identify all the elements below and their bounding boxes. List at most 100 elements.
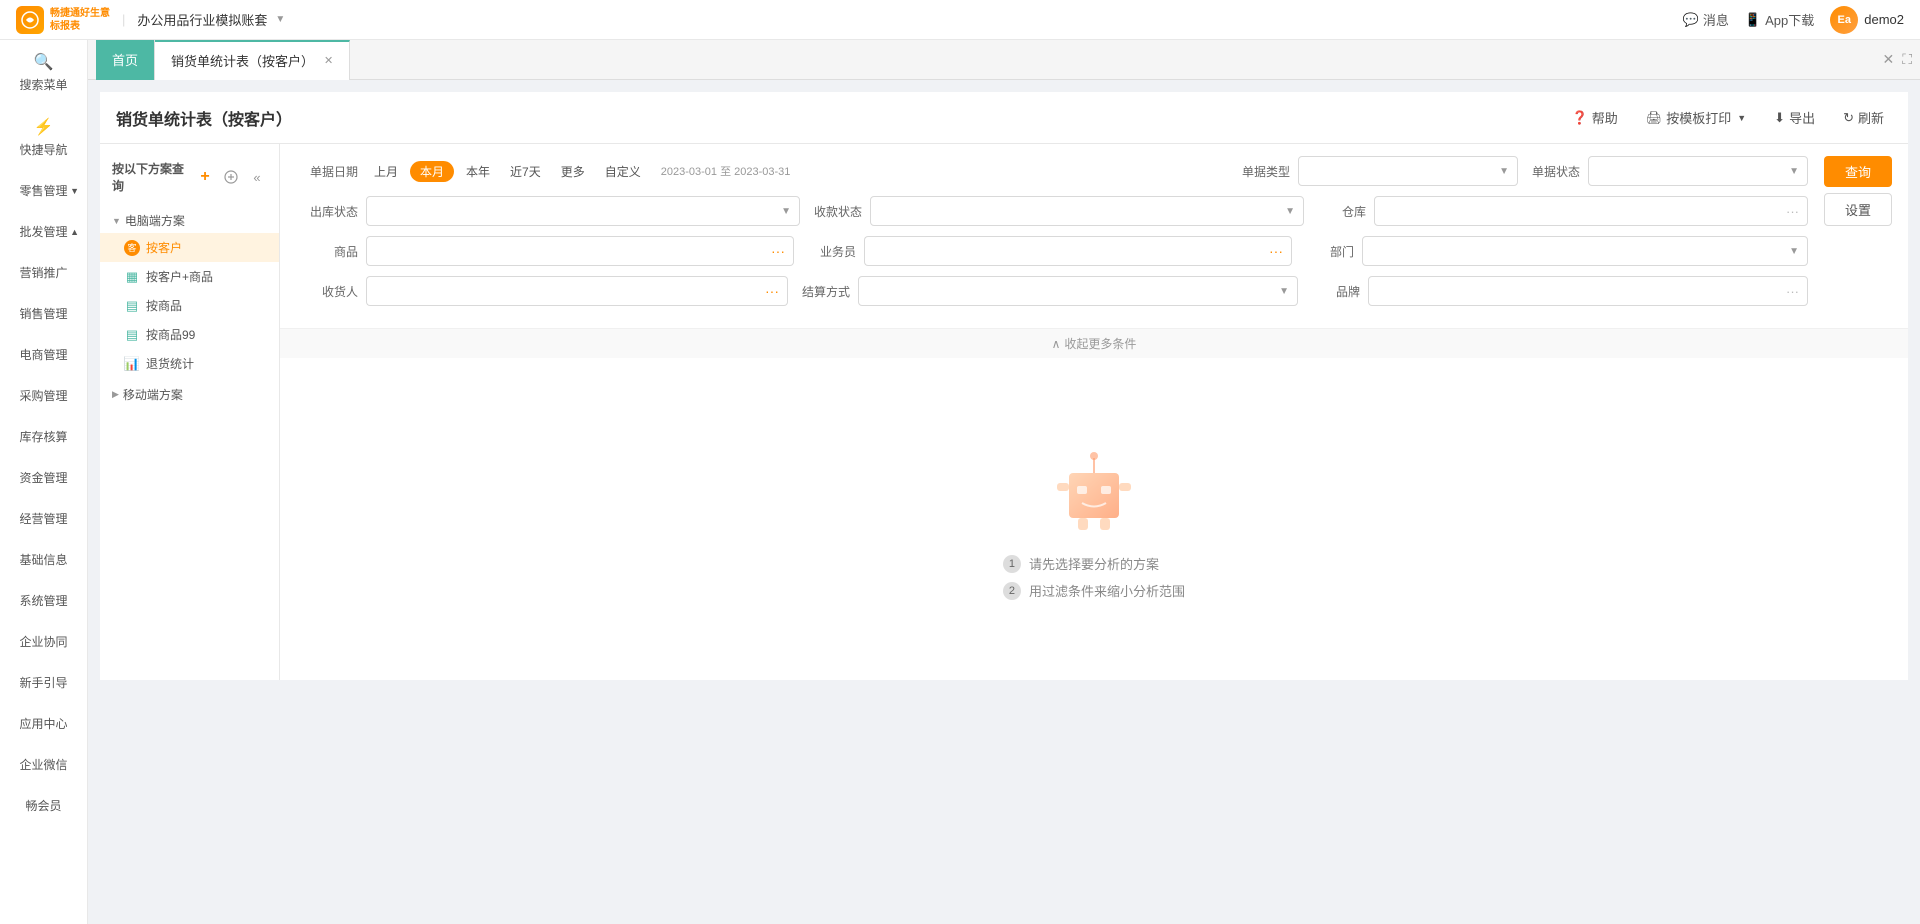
sidebar-item-retail[interactable]: 零售管理 ▼	[0, 170, 87, 211]
date-btn-7days[interactable]: 近7天	[502, 161, 549, 182]
inner-layout: 按以下方案查询 + «	[100, 144, 1908, 680]
top-bar: 畅捷通好生意 标报表 | 办公用品行业模拟账套 ▼ 💬 消息 📱 App下载 E…	[0, 0, 1920, 40]
sidebar-item-newguide[interactable]: 新手引导	[0, 662, 87, 703]
close-tab-icon[interactable]: ✕	[324, 54, 333, 67]
left-panel-header: 按以下方案查询 + «	[100, 152, 279, 202]
tab-sales-stats[interactable]: 销货单统计表（按客户） ✕	[155, 40, 350, 80]
date-btn-custom[interactable]: 自定义	[597, 161, 649, 182]
app-download-button[interactable]: 📱 App下载	[1745, 10, 1814, 29]
sidebar-item-basic[interactable]: 基础信息	[0, 539, 87, 580]
right-panel: 单据日期 上月 本月 本年 近7天 更多 自定义 2023-03-01 至 20…	[280, 144, 1908, 680]
sidebar-item-enterprise[interactable]: 企业协同	[0, 621, 87, 662]
collapse-text: 收起更多条件	[1064, 335, 1136, 352]
tree-item-goods99-label: 按商品99	[146, 326, 195, 343]
tree-group-mobile-label: 移动端方案	[123, 386, 183, 403]
table-icon-1: ▤	[124, 298, 140, 314]
sidebar-item-ecommerce[interactable]: 电商管理	[0, 334, 87, 375]
date-btn-this-month[interactable]: 本月	[410, 161, 454, 182]
sales-select[interactable]	[864, 236, 1261, 266]
dept-arrow: ▼	[1789, 246, 1799, 257]
main-layout: 🔍 搜索菜单 ⚡ 快捷导航 零售管理 ▼ 批发管理 ▲ 营销推广 销售管理 电商…	[0, 40, 1920, 924]
chart-icon-2: 📊	[124, 356, 140, 372]
query-button[interactable]: 查询	[1824, 156, 1892, 187]
dept-select[interactable]: ▼	[1362, 236, 1808, 266]
user-area[interactable]: Ea demo2	[1830, 6, 1904, 34]
goods-input-group: ···	[366, 236, 794, 266]
sales-stats-tab-label: 销货单统计表（按客户）	[171, 51, 314, 70]
settlement-select[interactable]: ▼	[858, 276, 1298, 306]
sidebar-item-marketing[interactable]: 营销推广	[0, 252, 87, 293]
sidebar-item-operation[interactable]: 经营管理	[0, 498, 87, 539]
tree-group-desktop-header[interactable]: ▼ 电脑端方案	[100, 208, 279, 233]
tab-home[interactable]: 首页	[96, 40, 155, 80]
help-button[interactable]: ❓ 帮助	[1564, 104, 1626, 131]
sidebar-item-wholesale[interactable]: 批发管理 ▲	[0, 211, 87, 252]
tree-group-mobile-header[interactable]: ▶ 移动端方案	[100, 382, 279, 407]
tree-item-customer-goods[interactable]: ▦ 按客户+商品	[100, 262, 279, 291]
tree-item-goods99[interactable]: ▤ 按商品99	[100, 320, 279, 349]
stock-arrow: ▼	[781, 206, 791, 217]
edit-icon	[224, 170, 238, 184]
left-panel-actions: + «	[195, 167, 267, 187]
message-button[interactable]: 💬 消息	[1683, 10, 1729, 29]
logo-area: 畅捷通好生意 标报表	[16, 6, 110, 34]
recipient-label: 收货人	[296, 283, 366, 300]
page-actions: ❓ 帮助 🖨 按模板打印 ▼ ⬇ 导出 ↻	[1564, 104, 1893, 131]
add-scheme-button[interactable]: +	[195, 167, 215, 187]
tree-item-customer-goods-label: 按客户+商品	[146, 268, 213, 285]
filter-row-1: 单据日期 上月 本月 本年 近7天 更多 自定义 2023-03-01 至 20…	[296, 156, 1808, 186]
sidebar-item-member[interactable]: 畅会员	[0, 785, 87, 826]
user-name: demo2	[1864, 12, 1904, 27]
warehouse-select[interactable]: ···	[1374, 196, 1808, 226]
tree-item-by-goods[interactable]: ▤ 按商品	[100, 291, 279, 320]
template-print-button[interactable]: 🖨 按模板打印 ▼	[1638, 104, 1754, 131]
date-btn-more[interactable]: 更多	[553, 161, 593, 182]
collapse-bar[interactable]: ∧ 收起更多条件	[280, 328, 1908, 358]
hint-text-2: 用过滤条件来缩小分析范围	[1029, 581, 1185, 600]
system-dropdown-arrow[interactable]: ▼	[275, 14, 285, 25]
tab-close-window-icon[interactable]: ✕	[1882, 51, 1894, 68]
sidebar-item-system[interactable]: 系统管理	[0, 580, 87, 621]
avatar: Ea	[1830, 6, 1858, 34]
date-btn-last-month[interactable]: 上月	[366, 161, 406, 182]
export-button[interactable]: ⬇ 导出	[1766, 104, 1823, 131]
sidebar: 🔍 搜索菜单 ⚡ 快捷导航 零售管理 ▼ 批发管理 ▲ 营销推广 销售管理 电商…	[0, 40, 88, 924]
refresh-button[interactable]: ↻ 刷新	[1835, 104, 1892, 131]
order-type-select[interactable]: ▼	[1298, 156, 1518, 186]
tree-expand-icon: ▼	[112, 216, 121, 226]
brand-dots: ···	[1786, 284, 1799, 299]
filter-row-2: 出库状态 ▼ 收款状态 ▼	[296, 196, 1808, 226]
tree-section: ▼ 电脑端方案 客 按客户 ▦ 按客户+商品	[100, 202, 279, 413]
brand-select[interactable]: ···	[1368, 276, 1808, 306]
settlement-arrow: ▼	[1279, 286, 1289, 297]
tab-maximize-icon[interactable]: ⛶	[1902, 51, 1912, 68]
recipient-select[interactable]	[366, 276, 757, 306]
goods-dots-btn[interactable]: ···	[763, 236, 794, 266]
sales-dots-btn[interactable]: ···	[1261, 236, 1292, 266]
goods-select[interactable]	[366, 236, 763, 266]
edit-scheme-button[interactable]	[221, 167, 241, 187]
stock-status-select[interactable]: ▼	[366, 196, 800, 226]
tree-item-return-stats[interactable]: 📊 退货统计	[100, 349, 279, 378]
date-btn-this-year[interactable]: 本年	[458, 161, 498, 182]
sidebar-item-wechat[interactable]: 企业微信	[0, 744, 87, 785]
sidebar-item-quicknav[interactable]: ⚡ 快捷导航	[0, 105, 87, 170]
tree-item-by-customer[interactable]: 客 按客户	[100, 233, 279, 262]
sidebar-item-search[interactable]: 🔍 搜索菜单	[0, 40, 87, 105]
payment-status-select[interactable]: ▼	[870, 196, 1304, 226]
settings-button[interactable]: 设置	[1824, 193, 1892, 226]
sidebar-item-finance[interactable]: 资金管理	[0, 457, 87, 498]
download-icon: 📱	[1745, 12, 1761, 28]
sidebar-item-inventory[interactable]: 库存核算	[0, 416, 87, 457]
order-status-label: 单据状态	[1518, 163, 1588, 180]
tab-bar: 首页 销货单统计表（按客户） ✕ ✕ ⛶	[88, 40, 1920, 80]
collapse-panel-button[interactable]: «	[247, 167, 267, 187]
stock-status-label: 出库状态	[296, 203, 366, 220]
order-status-select[interactable]: ▼	[1588, 156, 1808, 186]
tree-group-mobile: ▶ 移动端方案	[100, 380, 279, 409]
date-range-display: 2023-03-01 至 2023-03-31	[661, 163, 791, 179]
sidebar-item-appcenter[interactable]: 应用中心	[0, 703, 87, 744]
sidebar-item-sales[interactable]: 销售管理	[0, 293, 87, 334]
sidebar-item-purchase[interactable]: 采购管理	[0, 375, 87, 416]
recipient-dots-btn[interactable]: ···	[757, 276, 788, 306]
